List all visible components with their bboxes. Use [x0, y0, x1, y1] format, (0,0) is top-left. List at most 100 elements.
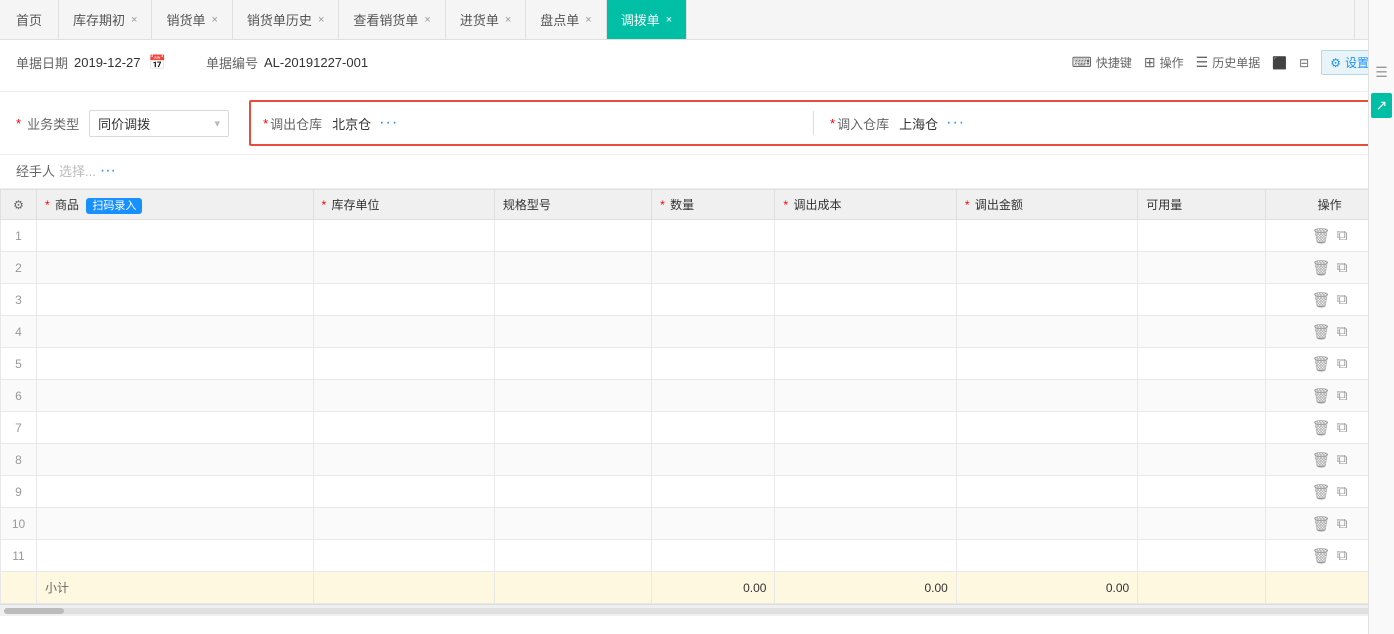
row-10-unit[interactable]	[313, 508, 494, 540]
row-3-copy-btn[interactable]: ⧉	[1337, 291, 1348, 308]
row-7-unit[interactable]	[313, 412, 494, 444]
row-2-spec[interactable]	[494, 252, 651, 284]
row-7-spec[interactable]	[494, 412, 651, 444]
row-5-goods[interactable]	[37, 348, 314, 380]
row-1-goods[interactable]	[37, 220, 314, 252]
tab-view-sales-close[interactable]: ×	[424, 14, 430, 26]
tab-sales-history-close[interactable]: ×	[318, 14, 324, 26]
tab-purchase-order[interactable]: 进货单 ×	[446, 0, 526, 39]
calendar-icon[interactable]: 📅	[149, 54, 166, 71]
right-list-icon[interactable]: ☰	[1371, 60, 1392, 85]
row-1-delete-btn[interactable]: 🗑	[1312, 227, 1331, 245]
row-8-goods[interactable]	[37, 444, 314, 476]
row-5-amount[interactable]	[956, 348, 1137, 380]
row-11-delete-btn[interactable]: 🗑	[1312, 547, 1331, 565]
row-5-unit[interactable]	[313, 348, 494, 380]
row-3-available[interactable]	[1138, 284, 1266, 316]
row-11-cost[interactable]	[775, 540, 956, 572]
tab-sales-order-close[interactable]: ×	[211, 14, 217, 26]
row-2-copy-btn[interactable]: ⧉	[1337, 259, 1348, 276]
row-11-quantity[interactable]	[652, 540, 775, 572]
row-5-cost[interactable]	[775, 348, 956, 380]
row-7-amount[interactable]	[956, 412, 1137, 444]
row-2-quantity[interactable]	[652, 252, 775, 284]
person-more-btn[interactable]: ···	[100, 162, 116, 180]
tab-inventory-count[interactable]: 盘点单 ×	[526, 0, 606, 39]
row-1-unit[interactable]	[313, 220, 494, 252]
row-7-available[interactable]	[1138, 412, 1266, 444]
row-9-copy-btn[interactable]: ⧉	[1337, 483, 1348, 500]
out-warehouse-more-btn[interactable]: ···	[379, 114, 398, 132]
row-6-goods[interactable]	[37, 380, 314, 412]
doc-date-field[interactable]: 2019-12-27 📅	[74, 54, 166, 71]
row-3-unit[interactable]	[313, 284, 494, 316]
row-1-amount[interactable]	[956, 220, 1137, 252]
row-9-quantity[interactable]	[652, 476, 775, 508]
tab-purchase-order-close[interactable]: ×	[505, 14, 511, 26]
row-1-available[interactable]	[1138, 220, 1266, 252]
tab-view-sales[interactable]: 查看销货单 ×	[339, 0, 445, 39]
row-6-cost[interactable]	[775, 380, 956, 412]
row-10-copy-btn[interactable]: ⧉	[1337, 515, 1348, 532]
row-9-delete-btn[interactable]: 🗑	[1312, 483, 1331, 501]
scan-btn[interactable]: 扫码录入	[86, 198, 142, 214]
row-3-spec[interactable]	[494, 284, 651, 316]
row-10-spec[interactable]	[494, 508, 651, 540]
row-8-unit[interactable]	[313, 444, 494, 476]
row-9-amount[interactable]	[956, 476, 1137, 508]
business-type-select[interactable]: 同价调拨 ▾	[89, 110, 229, 137]
in-warehouse-more-btn[interactable]: ···	[946, 114, 965, 132]
person-select[interactable]: 选择...	[59, 161, 96, 180]
row-9-available[interactable]	[1138, 476, 1266, 508]
row-10-cost[interactable]	[775, 508, 956, 540]
row-8-available[interactable]	[1138, 444, 1266, 476]
operations-btn[interactable]: ⊞ 操作	[1144, 54, 1184, 71]
right-expand-icon[interactable]: ↗	[1371, 93, 1393, 118]
row-4-available[interactable]	[1138, 316, 1266, 348]
row-6-spec[interactable]	[494, 380, 651, 412]
row-3-amount[interactable]	[956, 284, 1137, 316]
row-4-spec[interactable]	[494, 316, 651, 348]
row-4-cost[interactable]	[775, 316, 956, 348]
row-10-quantity[interactable]	[652, 508, 775, 540]
row-7-copy-btn[interactable]: ⧉	[1337, 419, 1348, 436]
row-2-goods[interactable]	[37, 252, 314, 284]
row-1-quantity[interactable]	[652, 220, 775, 252]
row-8-amount[interactable]	[956, 444, 1137, 476]
row-5-copy-btn[interactable]: ⧉	[1337, 355, 1348, 372]
history-btn[interactable]: ☰ 历史单据	[1196, 54, 1261, 71]
row-11-spec[interactable]	[494, 540, 651, 572]
row-9-unit[interactable]	[313, 476, 494, 508]
row-6-amount[interactable]	[956, 380, 1137, 412]
tab-inventory-init-close[interactable]: ×	[131, 14, 137, 26]
row-2-amount[interactable]	[956, 252, 1137, 284]
gear-col-header[interactable]: ⚙	[1, 190, 37, 220]
row-11-amount[interactable]	[956, 540, 1137, 572]
row-11-copy-btn[interactable]: ⧉	[1337, 547, 1348, 564]
row-6-quantity[interactable]	[652, 380, 775, 412]
row-7-cost[interactable]	[775, 412, 956, 444]
row-11-available[interactable]	[1138, 540, 1266, 572]
tab-sales-history[interactable]: 销货单历史 ×	[233, 0, 339, 39]
row-7-quantity[interactable]	[652, 412, 775, 444]
tab-home[interactable]: 首页	[0, 0, 59, 39]
row-8-cost[interactable]	[775, 444, 956, 476]
layout-btn2[interactable]: ⊟	[1299, 56, 1309, 70]
row-5-quantity[interactable]	[652, 348, 775, 380]
row-5-spec[interactable]	[494, 348, 651, 380]
bottom-scrollbar[interactable]	[0, 604, 1394, 616]
row-5-delete-btn[interactable]: 🗑	[1312, 355, 1331, 373]
row-2-available[interactable]	[1138, 252, 1266, 284]
row-11-unit[interactable]	[313, 540, 494, 572]
row-4-delete-btn[interactable]: 🗑	[1312, 323, 1331, 341]
row-2-cost[interactable]	[775, 252, 956, 284]
row-10-delete-btn[interactable]: 🗑	[1312, 515, 1331, 533]
row-4-copy-btn[interactable]: ⧉	[1337, 323, 1348, 340]
row-2-delete-btn[interactable]: 🗑	[1312, 259, 1331, 277]
row-9-spec[interactable]	[494, 476, 651, 508]
row-6-unit[interactable]	[313, 380, 494, 412]
row-9-cost[interactable]	[775, 476, 956, 508]
row-4-amount[interactable]	[956, 316, 1137, 348]
tab-transfer-order-close[interactable]: ×	[666, 14, 672, 26]
row-9-goods[interactable]	[37, 476, 314, 508]
